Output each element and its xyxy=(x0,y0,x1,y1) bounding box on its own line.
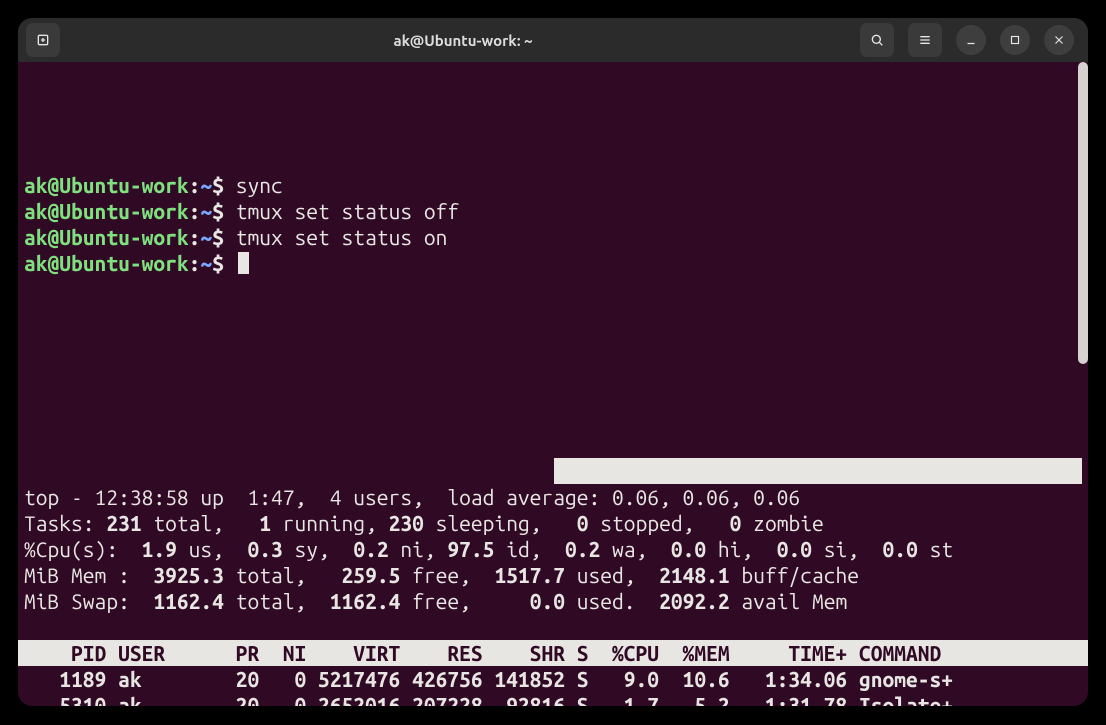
top-process-header: PID USER PR NI VIRT RES SHR S %CPU %MEM … xyxy=(18,640,1088,666)
top-row: 1189 ak 20 0 5217476 426756 141852 S 9.0… xyxy=(24,667,953,691)
top-summary: top - 12:38:58 up 1:47, 4 users, load av… xyxy=(24,485,800,509)
minimize-button[interactable] xyxy=(956,25,986,55)
top-tasks: Tasks: 231 total, 1 running, 230 sleepin… xyxy=(24,511,824,535)
new-tab-button[interactable] xyxy=(26,23,60,57)
menu-button[interactable] xyxy=(908,23,942,57)
search-icon xyxy=(869,32,885,48)
close-icon xyxy=(1052,33,1066,47)
top-cpu: %Cpu(s): 1.9 us, 0.3 sy, 0.2 ni, 97.5 id… xyxy=(24,537,953,561)
top-row: 5310 ak 20 0 2652016 207228 92816 S 1.7 … xyxy=(24,693,953,706)
prompt-line: ak@Ubuntu-work:~$ xyxy=(24,251,249,275)
cursor xyxy=(238,252,249,274)
prompt-path: ~ xyxy=(200,173,212,197)
new-tab-icon xyxy=(35,32,51,48)
hamburger-icon xyxy=(917,32,933,48)
search-button[interactable] xyxy=(860,23,894,57)
prompt-host: ak@Ubuntu-work xyxy=(24,173,189,197)
command-text: sync xyxy=(236,173,283,197)
terminal-viewport[interactable]: ak@Ubuntu-work:~$ sync ak@Ubuntu-work:~$… xyxy=(18,62,1088,706)
maximize-button[interactable] xyxy=(1000,25,1030,55)
top-mem: MiB Mem : 3925.3 total, 259.5 free, 1517… xyxy=(24,563,859,587)
maximize-icon xyxy=(1008,33,1022,47)
scrollbar[interactable] xyxy=(1078,62,1088,364)
window-title: ak@Ubuntu-work: ~ xyxy=(66,32,860,49)
tmux-pane-divider xyxy=(24,458,1082,484)
terminal-window: ak@Ubuntu-work: ~ ak@Ubuntu-work:~$ sync… xyxy=(18,18,1088,706)
prompt-line: ak@Ubuntu-work:~$ tmux set status on xyxy=(24,225,447,249)
close-button[interactable] xyxy=(1044,25,1074,55)
prompt-line: ak@Ubuntu-work:~$ sync xyxy=(24,173,283,197)
command-text: tmux set status on xyxy=(236,225,448,249)
prompt-line: ak@Ubuntu-work:~$ tmux set status off xyxy=(24,199,459,223)
command-text: tmux set status off xyxy=(236,199,459,223)
top-swap: MiB Swap: 1162.4 total, 1162.4 free, 0.0… xyxy=(24,589,847,613)
minimize-icon xyxy=(964,33,978,47)
titlebar: ak@Ubuntu-work: ~ xyxy=(18,18,1088,62)
